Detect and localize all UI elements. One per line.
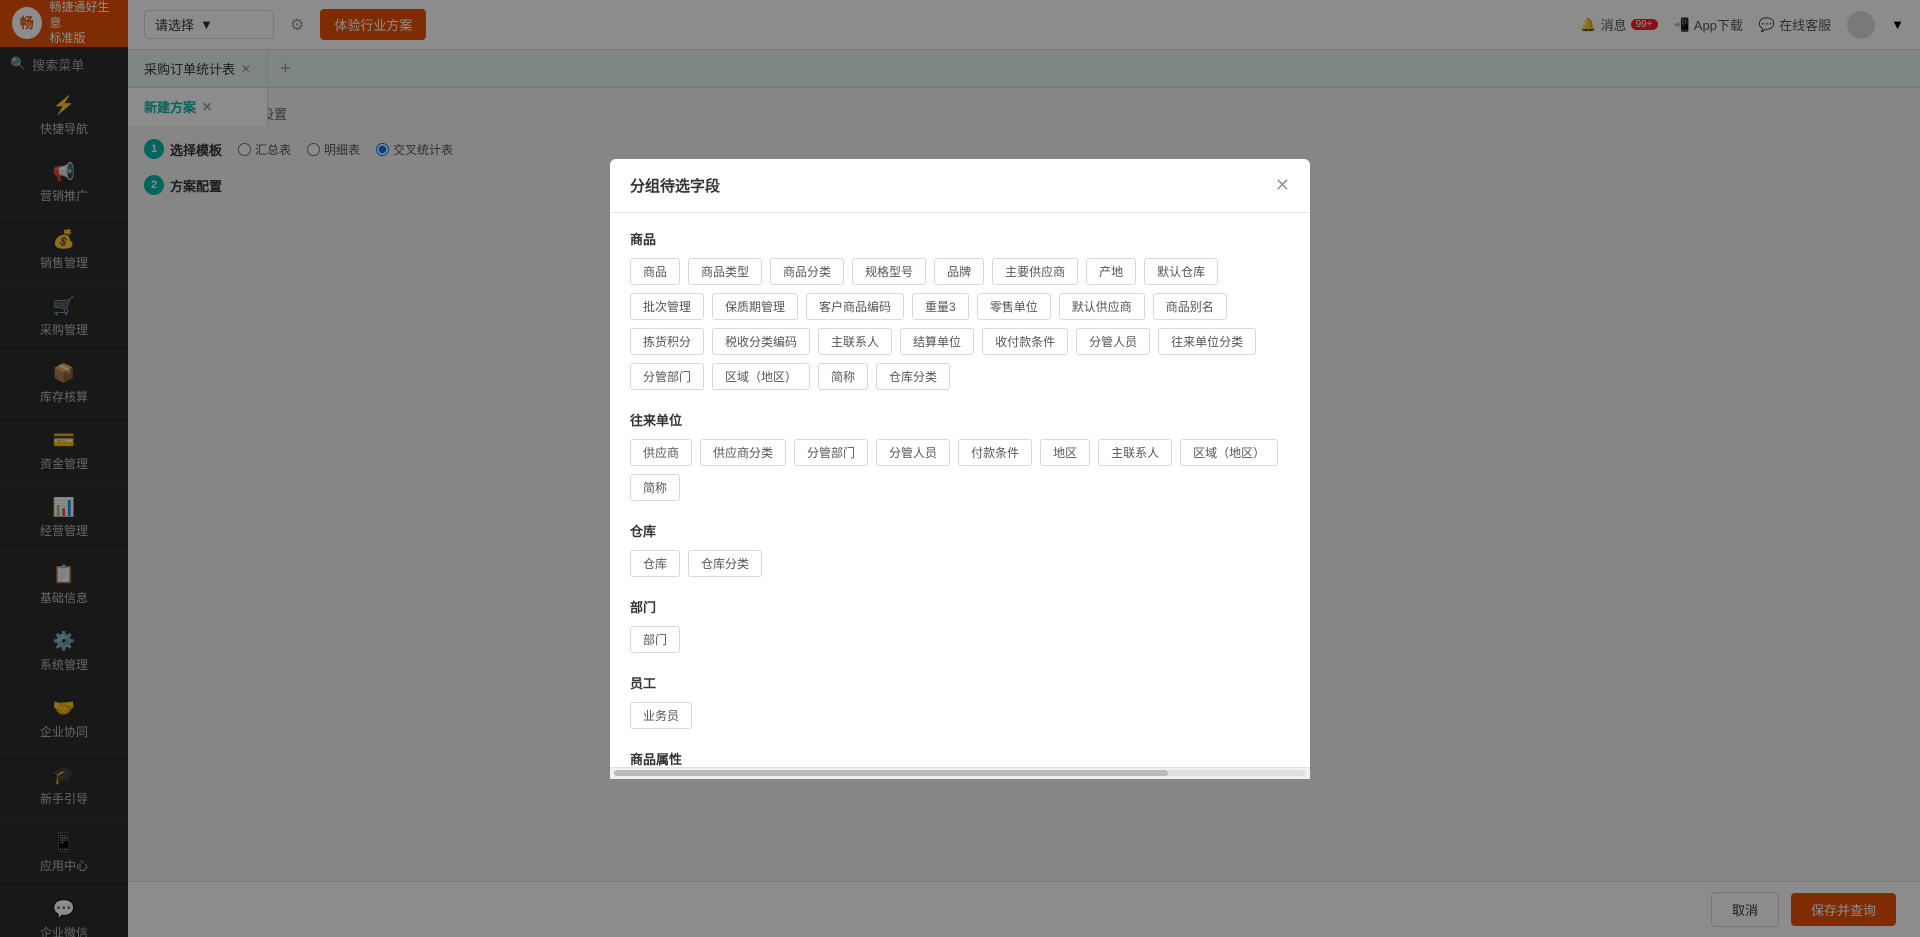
- section-partner: 往来单位供应商供应商分类分管部门分管人员付款条件地区主联系人区域（地区） 简称: [630, 410, 1290, 501]
- field-tag-仓库[interactable]: 仓库: [630, 550, 680, 577]
- field-tag-供应商分类[interactable]: 供应商分类: [700, 439, 786, 466]
- section-title-product: 商品: [630, 229, 1290, 248]
- field-tag-主联系人[interactable]: 主联系人: [1098, 439, 1172, 466]
- field-tag-分管人员[interactable]: 分管人员: [1076, 328, 1150, 355]
- scrollbar-thumb: [614, 770, 1168, 776]
- field-tag-零售单位[interactable]: 零售单位: [977, 293, 1051, 320]
- field-tag-批次管理[interactable]: 批次管理: [630, 293, 704, 320]
- field-grid-employee: 业务员: [630, 702, 1290, 729]
- modal-overlay: 分组待选字段 ✕ 商品商品商品类型商品分类规格型号品牌主要供应商产地默认仓库批次…: [0, 0, 1920, 937]
- field-tag-默认供应商[interactable]: 默认供应商: [1059, 293, 1145, 320]
- field-tag-仓库分类[interactable]: 仓库分类: [876, 363, 950, 390]
- field-tag-主联系人[interactable]: 主联系人: [818, 328, 892, 355]
- modal-horizontal-scrollbar[interactable]: [610, 767, 1310, 779]
- field-tag-部门[interactable]: 部门: [630, 626, 680, 653]
- field-tag-重量3[interactable]: 重量3: [912, 293, 969, 320]
- section-title-product_attr: 商品属性: [630, 749, 1290, 767]
- section-product_attr: 商品属性属性颜色多规格尺码鞋码1: [630, 749, 1290, 767]
- modal-body: 商品商品商品类型商品分类规格型号品牌主要供应商产地默认仓库批次管理保质期管理客户…: [610, 213, 1310, 767]
- field-tag-商品[interactable]: 商品: [630, 258, 680, 285]
- field-tag-付款条件[interactable]: 付款条件: [958, 439, 1032, 466]
- section-product: 商品商品商品类型商品分类规格型号品牌主要供应商产地默认仓库批次管理保质期管理客户…: [630, 229, 1290, 390]
- section-title-partner: 往来单位: [630, 410, 1290, 429]
- field-tag-收付款条件[interactable]: 收付款条件: [982, 328, 1068, 355]
- field-tag-客户商品编码[interactable]: 客户商品编码: [806, 293, 904, 320]
- field-tag-分管人员[interactable]: 分管人员: [876, 439, 950, 466]
- field-tag-业务员[interactable]: 业务员: [630, 702, 692, 729]
- field-tag-商品类型[interactable]: 商品类型: [688, 258, 762, 285]
- section-employee: 员工业务员: [630, 673, 1290, 729]
- modal-title: 分组待选字段: [630, 175, 720, 196]
- field-grid-warehouse: 仓库仓库分类: [630, 550, 1290, 577]
- field-tag-品牌[interactable]: 品牌: [934, 258, 984, 285]
- modal-close-button[interactable]: ✕: [1275, 175, 1290, 196]
- section-title-department: 部门: [630, 597, 1290, 616]
- field-tag-分管部门[interactable]: 分管部门: [794, 439, 868, 466]
- field-tag-主要供应商[interactable]: 主要供应商: [992, 258, 1078, 285]
- field-tag-供应商[interactable]: 供应商: [630, 439, 692, 466]
- modal-header: 分组待选字段 ✕: [610, 159, 1310, 213]
- field-grid-department: 部门: [630, 626, 1290, 653]
- section-title-employee: 员工: [630, 673, 1290, 692]
- section-department: 部门部门: [630, 597, 1290, 653]
- field-tag-往来单位分类[interactable]: 往来单位分类: [1158, 328, 1256, 355]
- field-tag-规格型号[interactable]: 规格型号: [852, 258, 926, 285]
- field-tag-产地[interactable]: 产地: [1086, 258, 1136, 285]
- field-tag-区域（地区）[interactable]: 区域（地区）: [1180, 439, 1278, 466]
- section-warehouse: 仓库仓库仓库分类: [630, 521, 1290, 577]
- field-tag-结算单位[interactable]: 结算单位: [900, 328, 974, 355]
- field-tag-默认仓库[interactable]: 默认仓库: [1144, 258, 1218, 285]
- section-title-warehouse: 仓库: [630, 521, 1290, 540]
- field-tag-区域（地区）[interactable]: 区域（地区）: [712, 363, 810, 390]
- field-tag-仓库分类[interactable]: 仓库分类: [688, 550, 762, 577]
- scrollbar-track: [614, 770, 1306, 776]
- field-tag-简称[interactable]: 简称: [630, 474, 680, 501]
- field-tag-拣货积分[interactable]: 拣货积分: [630, 328, 704, 355]
- field-tag-地区[interactable]: 地区: [1040, 439, 1090, 466]
- modal-dialog: 分组待选字段 ✕ 商品商品商品类型商品分类规格型号品牌主要供应商产地默认仓库批次…: [610, 159, 1310, 779]
- field-tag-商品别名[interactable]: 商品别名: [1153, 293, 1227, 320]
- field-tag-税收分类编码[interactable]: 税收分类编码: [712, 328, 810, 355]
- field-tag-商品分类[interactable]: 商品分类: [770, 258, 844, 285]
- field-tag-简称[interactable]: 简称: [818, 363, 868, 390]
- field-grid-partner: 供应商供应商分类分管部门分管人员付款条件地区主联系人区域（地区） 简称: [630, 439, 1290, 501]
- field-grid-product: 商品商品类型商品分类规格型号品牌主要供应商产地默认仓库批次管理保质期管理客户商品…: [630, 258, 1290, 390]
- field-tag-分管部门[interactable]: 分管部门: [630, 363, 704, 390]
- field-tag-保质期管理[interactable]: 保质期管理: [712, 293, 798, 320]
